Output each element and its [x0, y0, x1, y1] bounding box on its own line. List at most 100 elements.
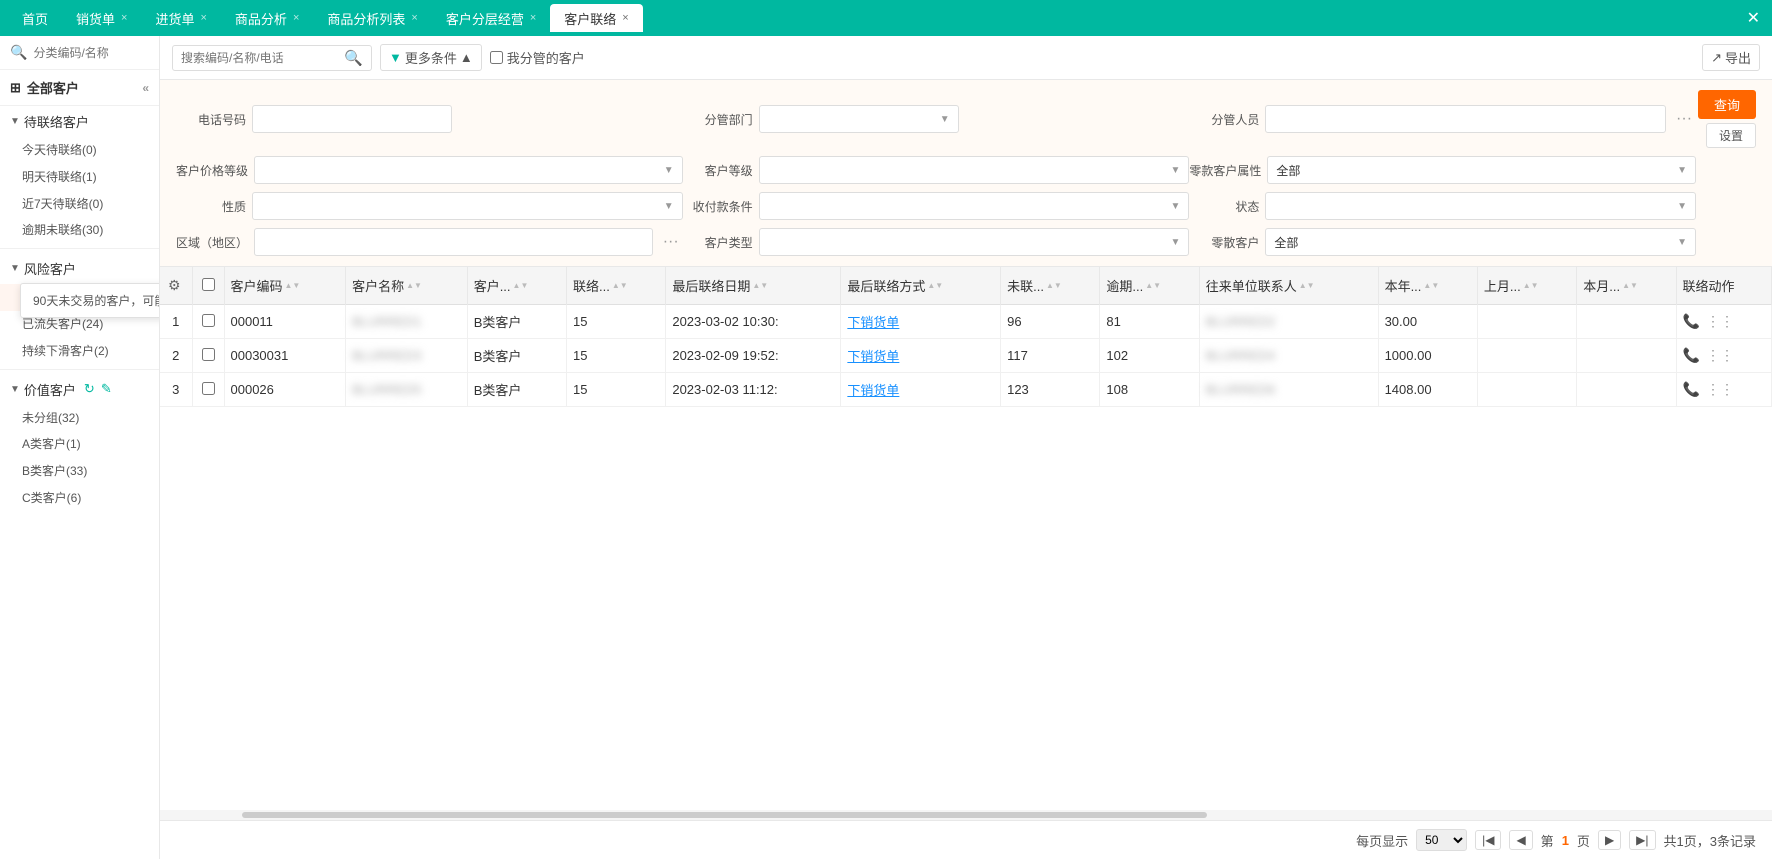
tab-customer-stratify[interactable]: 客户分层经营 ×	[432, 4, 550, 32]
select-all-checkbox[interactable]	[202, 278, 215, 291]
export-button[interactable]: ↗ 导出	[1702, 44, 1760, 71]
tab-purchase[interactable]: 进货单 ×	[141, 4, 220, 32]
first-page-button[interactable]: |◀	[1475, 830, 1501, 850]
next-page-button[interactable]: ▶	[1598, 830, 1621, 850]
row-not-contacted: 117	[1001, 339, 1100, 373]
col-overdue: 逾期... ▲▼	[1100, 267, 1199, 305]
close-icon[interactable]: ×	[121, 12, 127, 24]
more-conditions-button[interactable]: ▼ 更多条件 ▲	[380, 44, 482, 71]
filter-cell-phone: 电话号码	[176, 105, 683, 133]
row-contact-count: 15	[567, 373, 666, 407]
status-select[interactable]: ▼	[1265, 192, 1696, 220]
close-icon[interactable]: ×	[622, 12, 628, 24]
nature-select[interactable]: ▼	[252, 192, 683, 220]
customer-level-select[interactable]: ▼	[759, 156, 1190, 184]
contact-icon[interactable]: 📞	[1683, 381, 1700, 398]
filter-cell-payment: 收付款条件 ▼	[683, 192, 1190, 220]
col-settings[interactable]: ⚙	[160, 267, 192, 305]
row-checkbox[interactable]	[202, 382, 215, 395]
collapse-icon[interactable]: «	[142, 81, 149, 95]
sidebar-item-today[interactable]: 今天待联络(0)	[0, 137, 159, 164]
contact-method-link[interactable]: 下销货单	[847, 315, 899, 330]
chevron-down-icon: ▼	[1677, 165, 1687, 176]
per-page-select[interactable]: 50 100 200	[1416, 829, 1467, 851]
edit-icon[interactable]: ✎	[101, 381, 112, 397]
close-icon[interactable]: ×	[200, 12, 206, 24]
sidebar-search-input[interactable]	[33, 46, 160, 60]
more-action-icon[interactable]: ⋮⋮	[1706, 347, 1734, 364]
col-name: 客户名称 ▲▼	[346, 267, 468, 305]
my-customers-checkbox[interactable]	[490, 51, 503, 64]
tab-product-analysis[interactable]: 商品分析 ×	[221, 4, 313, 32]
my-customers-checkbox-label[interactable]: 我分管的客户	[490, 48, 585, 67]
chevron-down-icon: ▼	[10, 384, 20, 395]
more-action-icon[interactable]: ⋮⋮	[1706, 313, 1734, 330]
col-last-month: 上月... ▲▼	[1477, 267, 1576, 305]
close-all-button[interactable]: ✕	[1743, 4, 1764, 32]
sidebar-group-value[interactable]: ▼ 价值客户 ↻ ✎	[0, 374, 159, 405]
close-icon[interactable]: ×	[530, 12, 536, 24]
customer-type-select[interactable]: ▼	[759, 228, 1190, 256]
close-icon[interactable]: ×	[411, 12, 417, 24]
more-options-icon[interactable]: ···	[1672, 110, 1696, 128]
horizontal-scrollbar[interactable]	[160, 810, 1772, 820]
row-checkbox-cell[interactable]	[192, 339, 224, 373]
more-options-icon[interactable]: ···	[659, 233, 683, 251]
search-button[interactable]: 🔍	[344, 49, 363, 67]
prev-page-button[interactable]: ◀	[1509, 830, 1532, 850]
sidebar-item-class-a[interactable]: A类客户(1)	[0, 431, 159, 458]
sidebar-item-overdue[interactable]: 逾期未联络(30)	[0, 217, 159, 244]
tab-sales[interactable]: 销货单 ×	[62, 4, 141, 32]
chevron-down-icon: ▼	[1170, 237, 1180, 248]
sidebar-all-customers-header[interactable]: ⊞ 全部客户 «	[0, 70, 159, 106]
sidebar-item-week[interactable]: 近7天待联络(0)	[0, 191, 159, 218]
sidebar-item-ungrouped[interactable]: 未分组(32)	[0, 405, 159, 432]
receivable-attr-select[interactable]: 全部 ▼	[1267, 156, 1696, 184]
region-select[interactable]	[254, 228, 653, 256]
refresh-icon[interactable]: ↻	[84, 381, 95, 397]
dept-select[interactable]: ▼	[759, 105, 959, 133]
row-last-month	[1477, 373, 1576, 407]
contact-icon[interactable]: 📞	[1683, 313, 1700, 330]
scrollbar-thumb[interactable]	[242, 812, 1207, 818]
last-page-button[interactable]: ▶|	[1629, 830, 1655, 850]
row-checkbox[interactable]	[202, 314, 215, 327]
close-icon[interactable]: ×	[293, 12, 299, 24]
payment-select[interactable]: ▼	[759, 192, 1190, 220]
contact-method-link[interactable]: 下销货单	[847, 349, 899, 364]
contact-method-link[interactable]: 下销货单	[847, 383, 899, 398]
more-action-icon[interactable]: ⋮⋮	[1706, 381, 1734, 398]
row-last-date: 2023-02-03 11:12:	[666, 373, 841, 407]
search-input[interactable]	[181, 51, 340, 65]
row-checkbox-cell[interactable]	[192, 373, 224, 407]
dept-label: 分管部门	[683, 111, 753, 128]
filter-cell-region: 区域（地区） ···	[176, 228, 683, 256]
tab-customer-contact[interactable]: 客户联络 ×	[550, 4, 642, 32]
main-layout: 🔍 ⊞ 全部客户 « ▼ 待联络客户 今天待联络(0) 明天待联络(1) 近7天…	[0, 36, 1772, 859]
column-settings-button[interactable]: ⚙	[166, 275, 183, 296]
row-checkbox-cell[interactable]	[192, 305, 224, 339]
row-no: 1	[160, 305, 192, 339]
phone-input[interactable]	[252, 105, 452, 133]
row-checkbox[interactable]	[202, 348, 215, 361]
col-checkbox[interactable]	[192, 267, 224, 305]
settings-button[interactable]: 设置	[1706, 123, 1756, 148]
contact-icon[interactable]: 📞	[1683, 347, 1700, 364]
price-level-select[interactable]: ▼	[254, 156, 683, 184]
sidebar-item-declining[interactable]: 持续下滑客户(2)	[0, 338, 159, 365]
sidebar-item-class-c[interactable]: C类客户(6)	[0, 485, 159, 512]
sidebar-group-risk[interactable]: ▼ 风险客户 90天未交易的客户，可能有流失风险。	[0, 253, 159, 284]
query-button[interactable]: 查询	[1698, 90, 1756, 119]
retail-select[interactable]: 全部 ▼	[1265, 228, 1696, 256]
person-select[interactable]	[1265, 105, 1666, 133]
sidebar-item-tomorrow[interactable]: 明天待联络(1)	[0, 164, 159, 191]
tab-home[interactable]: 首页	[8, 4, 62, 32]
person-label: 分管人员	[1189, 111, 1259, 128]
sidebar-group-pending[interactable]: ▼ 待联络客户	[0, 106, 159, 137]
filter-icon: ▼	[389, 50, 402, 65]
tab-product-list[interactable]: 商品分析列表 ×	[313, 4, 431, 32]
chevron-down-icon: ▼	[1677, 201, 1687, 212]
filter-cell-retail: 零散客户 全部 ▼	[1189, 228, 1696, 256]
sidebar-item-class-b[interactable]: B类客户(33)	[0, 458, 159, 485]
col-contact-count: 联络... ▲▼	[567, 267, 666, 305]
